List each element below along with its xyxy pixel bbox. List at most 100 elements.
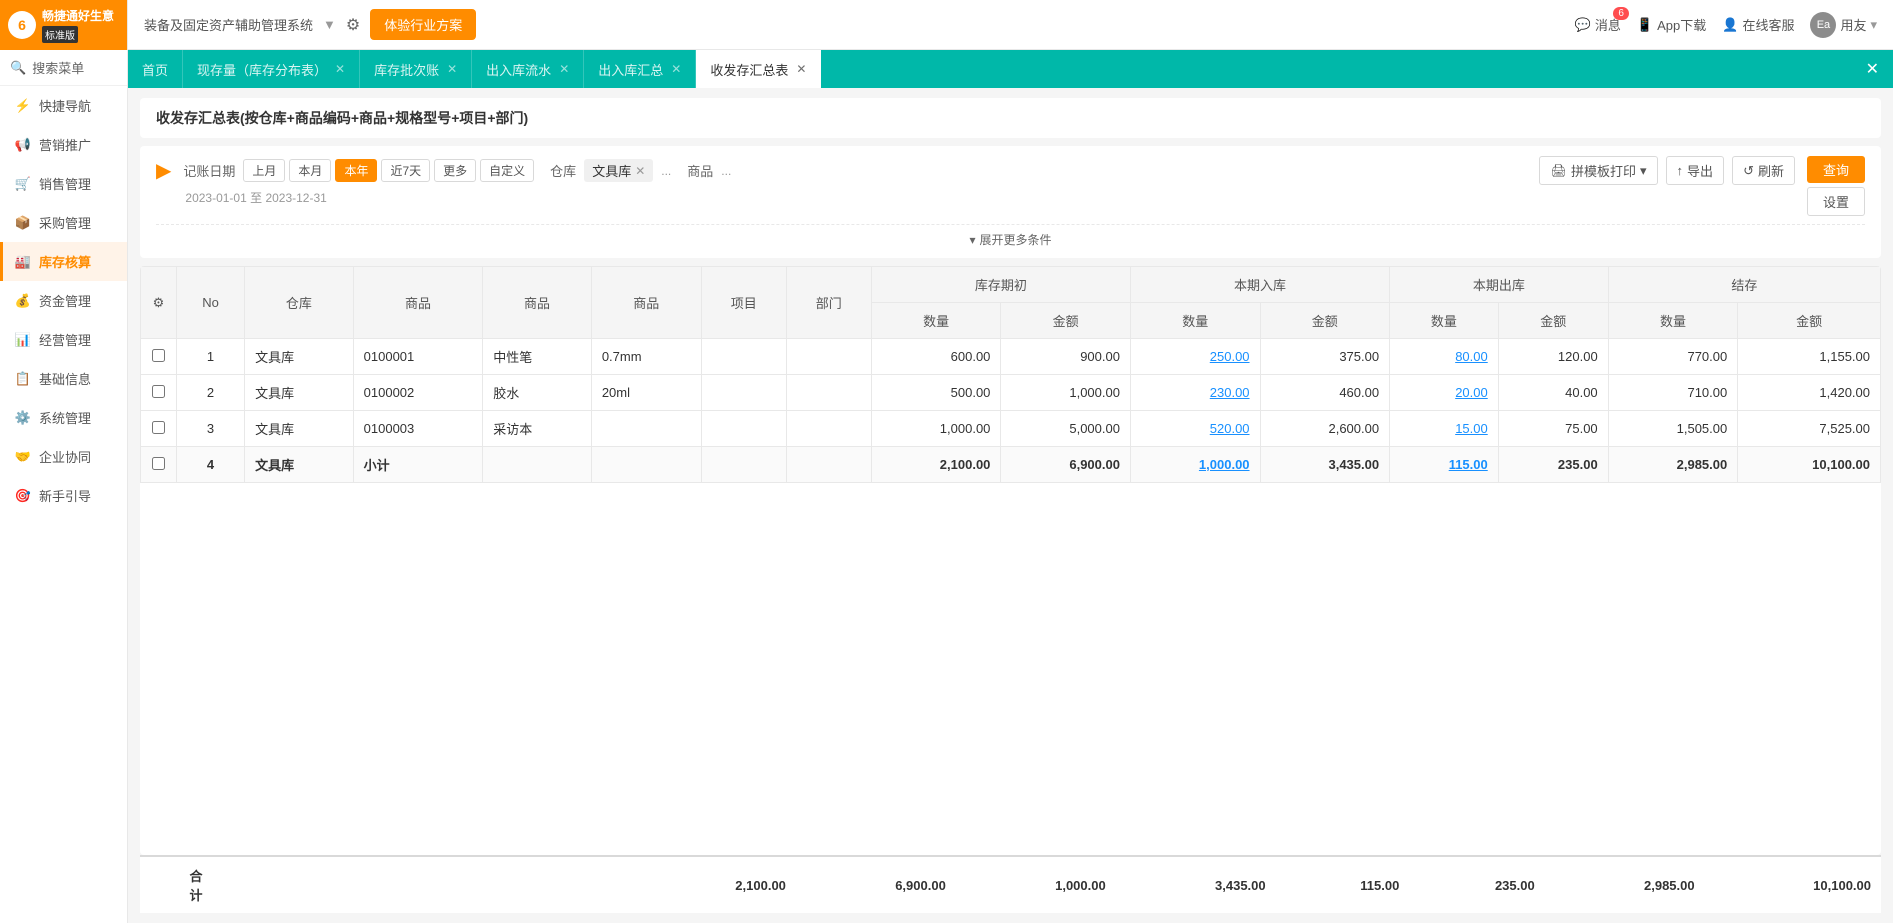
- th-closing-qty: 数量: [1608, 303, 1738, 339]
- settings-small-button[interactable]: 设置: [1807, 187, 1865, 216]
- tab-summary[interactable]: 出入库汇总 ✕: [584, 50, 696, 88]
- try-industry-button[interactable]: 体验行业方案: [370, 9, 476, 40]
- row3-no: 3: [177, 411, 245, 447]
- row1-out-qty[interactable]: 80.00: [1390, 339, 1499, 375]
- date-btn-7days[interactable]: 近7天: [381, 159, 430, 182]
- tab-batch[interactable]: 库存批次账 ✕: [360, 50, 472, 88]
- sidebar-item-purchase[interactable]: 📦 采购管理: [0, 203, 127, 242]
- row3-out-qty[interactable]: 15.00: [1390, 411, 1499, 447]
- company-name: 畅捷通好生意: [42, 7, 114, 24]
- goods-more-btn[interactable]: ...: [721, 164, 731, 178]
- bottom-total-bar: 合计 2,100.00 6,900.00 1,000.00 3,435.00 1…: [140, 855, 1881, 913]
- total-table: 合计 2,100.00 6,900.00 1,000.00 3,435.00 1…: [140, 857, 1881, 913]
- purchase-icon: 📦: [15, 215, 31, 231]
- row1-closing-qty: 770.00: [1608, 339, 1738, 375]
- app-download-action[interactable]: 📱 App下载: [1637, 15, 1706, 34]
- sidebar-item-enterprise[interactable]: 🤝 企业协同: [0, 437, 127, 476]
- row1-closing-amt: 1,155.00: [1738, 339, 1881, 375]
- sidebar-item-inventory[interactable]: 🏭 库存核算: [0, 242, 127, 281]
- subtotal-closing-qty: 2,985.00: [1608, 447, 1738, 483]
- system-title: 装备及固定资产辅助管理系统: [144, 15, 313, 34]
- refresh-button[interactable]: ↺ 刷新: [1732, 156, 1795, 185]
- main-content: 装备及固定资产辅助管理系统 ▼ ⚙ 体验行业方案 💬 消息 6 📱 App下载 …: [128, 0, 1893, 923]
- tab-flow[interactable]: 出入库流水 ✕: [472, 50, 584, 88]
- row3-check[interactable]: [141, 411, 177, 447]
- row3-checkbox[interactable]: [152, 421, 165, 434]
- tab-flow-close[interactable]: ✕: [559, 62, 569, 76]
- table-row: 3 文具库 0100003 采访本 1,000.00 5,000.00 520.…: [141, 411, 1881, 447]
- sidebar-item-operation[interactable]: 📊 经营管理: [0, 320, 127, 359]
- total-opening-amt: 6,900.00: [796, 857, 956, 913]
- date-btn-this-year[interactable]: 本年: [335, 159, 377, 182]
- tab-stock-dist-close[interactable]: ✕: [335, 62, 345, 76]
- page-header: 收发存汇总表(按仓库+商品编码+商品+规格型号+项目+部门): [140, 98, 1881, 138]
- total-empty2: [216, 857, 296, 913]
- warehouse-tag-close[interactable]: ✕: [635, 164, 645, 178]
- th-warehouse: 仓库: [245, 267, 354, 339]
- header-dropdown-icon: ▼: [323, 17, 336, 32]
- row2-checkbox[interactable]: [152, 385, 165, 398]
- print-label: 拼模板打印: [1571, 161, 1636, 180]
- avatar: Ea: [1810, 12, 1836, 38]
- expand-more-btn[interactable]: ▾ 展开更多条件: [969, 231, 1051, 248]
- message-action[interactable]: 💬 消息 6: [1575, 15, 1621, 34]
- quick-nav-icon: ⚡: [15, 98, 31, 114]
- tab-flow-label: 出入库流水: [486, 60, 551, 79]
- sidebar-item-newbie[interactable]: 🎯 新手引导: [0, 476, 127, 515]
- table-settings-col[interactable]: ⚙: [141, 267, 177, 339]
- row3-in-qty[interactable]: 520.00: [1130, 411, 1260, 447]
- tab-bar-close-all[interactable]: ✕: [1852, 50, 1893, 88]
- row1-in-qty[interactable]: 250.00: [1130, 339, 1260, 375]
- tab-home[interactable]: 首页: [128, 50, 183, 88]
- export-icon: ↑: [1677, 163, 1684, 178]
- query-button[interactable]: 查询: [1807, 156, 1865, 183]
- enterprise-label: 企业协同: [39, 447, 91, 466]
- tab-summary-close[interactable]: ✕: [671, 62, 681, 76]
- date-btn-more[interactable]: 更多: [434, 159, 476, 182]
- row2-out-qty[interactable]: 20.00: [1390, 375, 1499, 411]
- row1-check[interactable]: [141, 339, 177, 375]
- date-btn-this-month[interactable]: 本月: [289, 159, 331, 182]
- subtotal-dept: [786, 447, 871, 483]
- sidebar-item-sales[interactable]: 🛒 销售管理: [0, 164, 127, 203]
- filter-expand-arrow[interactable]: ▶: [156, 156, 171, 183]
- date-btn-custom[interactable]: 自定义: [480, 159, 534, 182]
- row3-closing-amt: 7,525.00: [1738, 411, 1881, 447]
- row1-opening-amt: 900.00: [1001, 339, 1131, 375]
- date-btn-last-month[interactable]: 上月: [243, 159, 285, 182]
- sidebar-item-marketing[interactable]: 📢 营销推广: [0, 125, 127, 164]
- total-closing-qty: 2,985.00: [1545, 857, 1705, 913]
- row2-out-amt: 40.00: [1498, 375, 1608, 411]
- tab-stock-dist[interactable]: 现存量（库存分布表） ✕: [183, 50, 360, 88]
- sidebar-item-basic[interactable]: 📋 基础信息: [0, 359, 127, 398]
- sidebar: 6 畅捷通好生意 标准版 🔍 搜索菜单 ⚡ 快捷导航 📢 营销推广 🛒 销售管理: [0, 0, 128, 923]
- search-menu[interactable]: 🔍 搜索菜单: [0, 50, 127, 86]
- row1-checkbox[interactable]: [152, 349, 165, 362]
- sidebar-item-finance[interactable]: 💰 资金管理: [0, 281, 127, 320]
- version-tag: 标准版: [42, 24, 114, 43]
- sidebar-item-system[interactable]: ⚙️ 系统管理: [0, 398, 127, 437]
- tab-batch-close[interactable]: ✕: [447, 62, 457, 76]
- row2-in-qty[interactable]: 230.00: [1130, 375, 1260, 411]
- online-service-action[interactable]: 👤 在线客服: [1722, 15, 1794, 34]
- subtotal-check[interactable]: [141, 447, 177, 483]
- print-button[interactable]: 🖨 拼模板打印 ▾: [1539, 156, 1657, 185]
- inventory-icon: 🏭: [15, 254, 31, 270]
- export-label: 导出: [1687, 161, 1713, 180]
- tab-home-label: 首页: [142, 60, 168, 79]
- tab-recv-summary-close[interactable]: ✕: [796, 62, 806, 76]
- user-action[interactable]: Ea 用友 ▾: [1810, 12, 1877, 38]
- settings-icon[interactable]: ⚙: [346, 15, 360, 35]
- warehouse-more-btn[interactable]: ...: [661, 164, 671, 178]
- sidebar-item-quick-nav[interactable]: ⚡ 快捷导航: [0, 86, 127, 125]
- export-button[interactable]: ↑ 导出: [1666, 156, 1725, 185]
- subtotal-checkbox[interactable]: [152, 457, 165, 470]
- tab-recv-summary[interactable]: 收发存汇总表 ✕: [696, 50, 821, 88]
- row1-dept: [786, 339, 871, 375]
- row2-check[interactable]: [141, 375, 177, 411]
- total-empty6: [516, 857, 576, 913]
- top-header: 装备及固定资产辅助管理系统 ▼ ⚙ 体验行业方案 💬 消息 6 📱 App下载 …: [128, 0, 1893, 50]
- subtotal-in-qty[interactable]: 1,000.00: [1130, 447, 1260, 483]
- subtotal-out-qty[interactable]: 115.00: [1390, 447, 1499, 483]
- message-icon: 💬: [1575, 17, 1591, 33]
